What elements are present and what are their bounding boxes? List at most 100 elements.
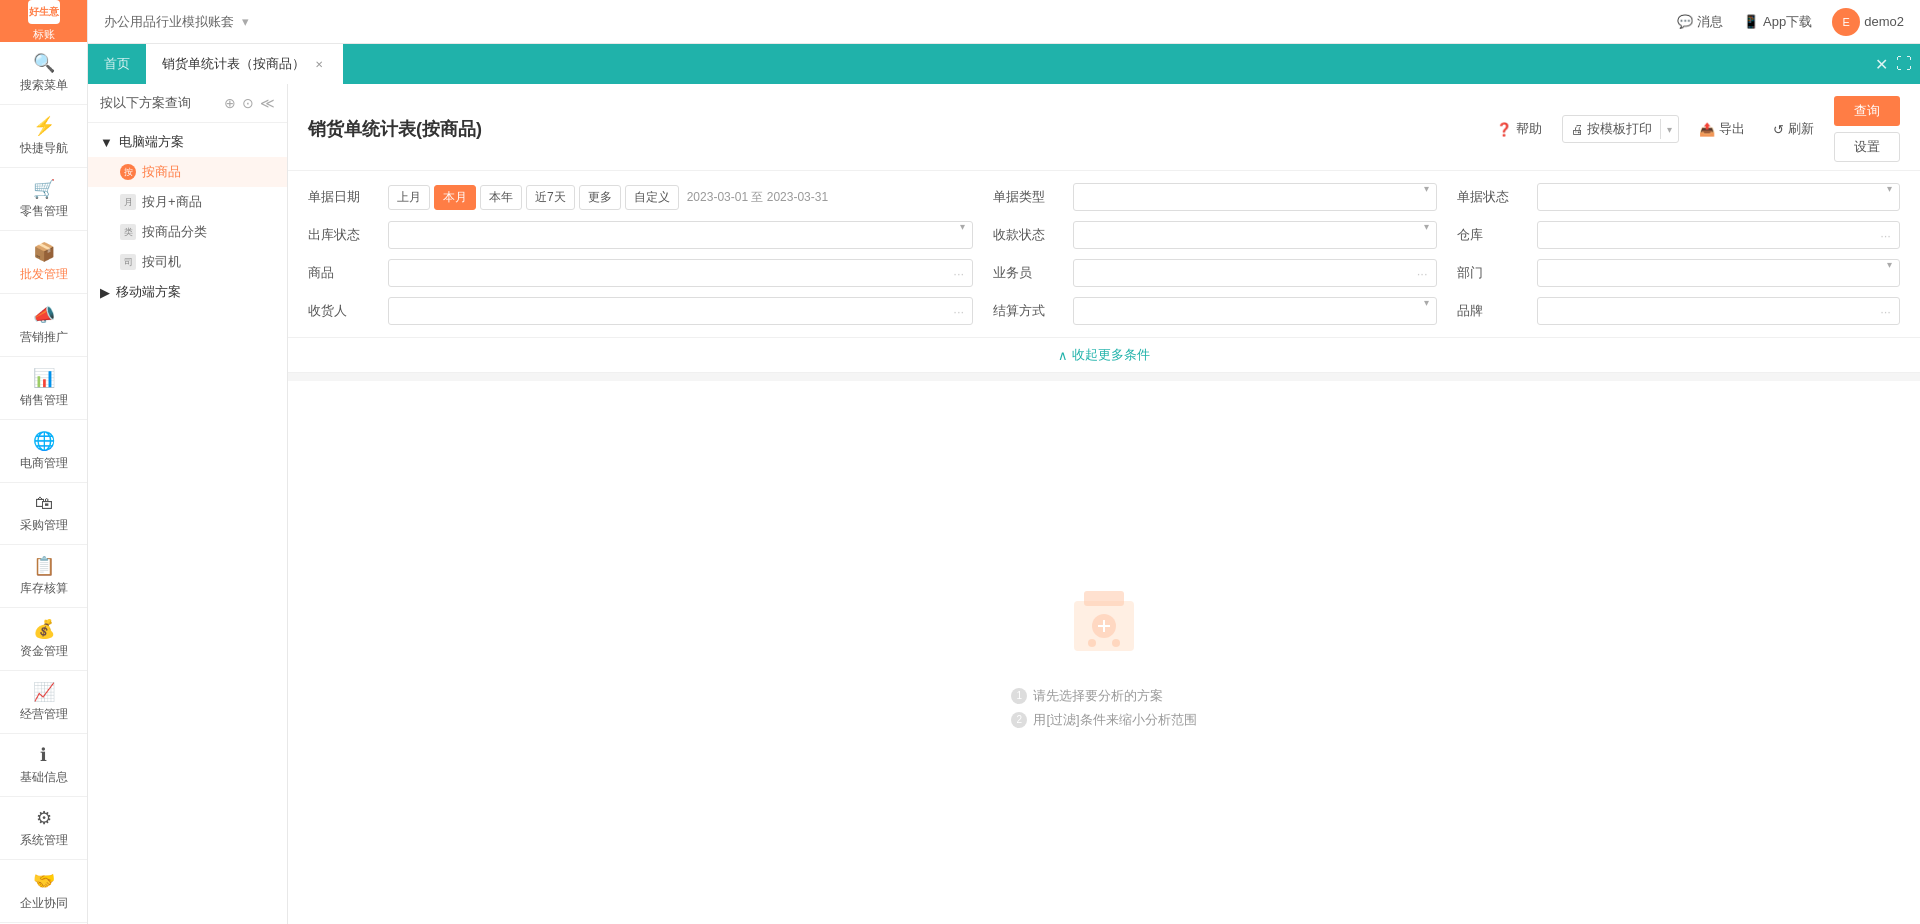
date-btn-custom[interactable]: 自定义 <box>625 185 679 210</box>
left-panel-header: 按以下方案查询 ⊕ ⊙ ≪ <box>88 84 287 123</box>
staff-input[interactable]: ··· <box>1073 259 1436 287</box>
tab-sales-stats[interactable]: 销货单统计表（按商品） ✕ <box>146 44 343 84</box>
tree-child-by-category[interactable]: 类 按商品分类 <box>88 217 287 247</box>
sidebar-item-ecommerce[interactable]: 🌐 电商管理 <box>0 420 87 483</box>
sidebar-item-finance[interactable]: 💰 资金管理 <box>0 608 87 671</box>
sidebar-item-retail[interactable]: 🛒 零售管理 <box>0 168 87 231</box>
operations-label: 经营管理 <box>20 706 68 723</box>
brand-input[interactable]: ··· <box>1537 297 1900 325</box>
basic-icon: ℹ <box>40 744 47 766</box>
app-download-btn[interactable]: 📱 App下载 <box>1743 13 1812 31</box>
page-actions: ❓ 帮助 🖨 按模板打印 ▾ 📤 导出 <box>1488 96 1900 162</box>
user-area[interactable]: E demo2 <box>1832 8 1904 36</box>
scheme-icon-product: 按 <box>120 164 136 180</box>
print-dropdown-btn[interactable]: ▾ <box>1661 120 1678 139</box>
avatar-initial: E <box>1843 16 1850 28</box>
help-btn[interactable]: ❓ 帮助 <box>1488 116 1550 142</box>
out-control: 已出库 ▾ <box>388 221 973 249</box>
add-scheme-icon[interactable]: ⊕ <box>224 95 236 111</box>
svg-point-5 <box>1088 639 1096 647</box>
inventory-icon: 📋 <box>33 555 55 577</box>
payment-input[interactable] <box>1073 297 1436 325</box>
sidebar-item-sales[interactable]: 📊 销售管理 <box>0 357 87 420</box>
collapse-bar[interactable]: ∧ 收起更多条件 <box>288 338 1920 373</box>
date-btn-last-month[interactable]: 上月 <box>388 185 430 210</box>
search-icon: 🔍 <box>33 52 55 74</box>
warehouse-input[interactable]: ··· <box>1537 221 1900 249</box>
filter-row-2: 出库状态 已出库 ▾ 收款状态 ▾ <box>308 221 1900 249</box>
refresh-btn[interactable]: ↺ 刷新 <box>1765 116 1822 142</box>
quick-nav-label: 快捷导航 <box>20 140 68 157</box>
sidebar-item-system[interactable]: ⚙ 系统管理 <box>0 797 87 860</box>
date-btn-this-month[interactable]: 本月 <box>434 185 476 210</box>
date-btn-this-year[interactable]: 本年 <box>480 185 522 210</box>
tab-expand-icon[interactable]: ⛶ <box>1896 55 1912 73</box>
staff-control: ··· <box>1073 259 1436 287</box>
svg-point-6 <box>1112 639 1120 647</box>
tab-close-all-icon[interactable]: ✕ <box>1875 55 1888 74</box>
recv-input[interactable] <box>1073 221 1436 249</box>
dept-input[interactable] <box>1537 259 1900 287</box>
print-btn[interactable]: 🖨 按模板打印 <box>1563 116 1660 142</box>
tab-home-label: 首页 <box>104 55 130 73</box>
receiver-input[interactable]: ··· <box>388 297 973 325</box>
sidebar-item-marketing[interactable]: 📣 营销推广 <box>0 294 87 357</box>
content-area: 按以下方案查询 ⊕ ⊙ ≪ ▼ 电脑端方案 按 按商品 月 按月 <box>88 84 1920 924</box>
tree-child-by-product[interactable]: 按 按商品 <box>88 157 287 187</box>
sidebar-item-purchase[interactable]: 🛍 采购管理 <box>0 483 87 545</box>
export-btn[interactable]: 📤 导出 <box>1691 116 1753 142</box>
tree-child-by-month-product[interactable]: 月 按月+商品 <box>88 187 287 217</box>
basic-label: 基础信息 <box>20 769 68 786</box>
out-label: 出库状态 <box>308 226 388 244</box>
sidebar-quick-nav[interactable]: ⚡ 快捷导航 <box>0 105 87 168</box>
query-button[interactable]: 查询 <box>1834 96 1900 126</box>
collab-label: 企业协同 <box>20 895 68 912</box>
tab-home[interactable]: 首页 <box>88 44 146 84</box>
scheme-icon-month: 月 <box>120 194 136 210</box>
logo-text: 标账 <box>33 27 55 42</box>
msg-btn[interactable]: 💬 消息 <box>1677 13 1723 31</box>
recv-control: ▾ <box>1073 221 1436 249</box>
goods-input[interactable]: ··· <box>388 259 973 287</box>
tree-parent-mobile[interactable]: ▶ 移动端方案 <box>88 277 287 307</box>
refresh-label: 刷新 <box>1788 120 1814 138</box>
left-panel-icons: ⊕ ⊙ ≪ <box>224 95 275 111</box>
date-btn-more[interactable]: 更多 <box>579 185 621 210</box>
tree-parent-desktop[interactable]: ▼ 电脑端方案 <box>88 127 287 157</box>
settings-scheme-icon[interactable]: ⊙ <box>242 95 254 111</box>
tree-child-label-product: 按商品 <box>142 163 181 181</box>
empty-illustration <box>1054 571 1154 671</box>
tree-child-by-driver[interactable]: 司 按司机 <box>88 247 287 277</box>
sidebar-search[interactable]: 🔍 搜索菜单 <box>0 42 87 105</box>
sidebar-item-operations[interactable]: 📈 经营管理 <box>0 671 87 734</box>
tab-close-btn[interactable]: ✕ <box>311 56 327 72</box>
date-btn-7days[interactable]: 近7天 <box>526 185 575 210</box>
topbar: 办公用品行业模拟账套 ▾ 💬 消息 📱 App下载 E demo2 <box>88 0 1920 44</box>
export-icon: 📤 <box>1699 122 1715 137</box>
sidebar-item-inventory[interactable]: 📋 库存核算 <box>0 545 87 608</box>
tab-sales-stats-label: 销货单统计表（按商品） <box>162 55 305 73</box>
help-label: 帮助 <box>1516 120 1542 138</box>
goods-control: ··· <box>388 259 973 287</box>
tree-expand-mobile-icon: ▶ <box>100 285 110 300</box>
msg-icon: 💬 <box>1677 14 1693 29</box>
filter-col-receiver: 收货人 ··· <box>308 297 993 325</box>
settings-button[interactable]: 设置 <box>1834 132 1900 162</box>
sidebar-item-wholesale[interactable]: 📦 批发管理 <box>0 231 87 294</box>
filter-cols-4: 收货人 ··· 结算方式 ▾ <box>308 297 1900 325</box>
sidebar: 好生意 标账 🔍 搜索菜单 ⚡ 快捷导航 🛒 零售管理 📦 批发管理 📣 营销推… <box>0 0 88 924</box>
sidebar-item-collab[interactable]: 🤝 企业协同 <box>0 860 87 923</box>
export-label: 导出 <box>1719 120 1745 138</box>
sidebar-item-basic[interactable]: ℹ 基础信息 <box>0 734 87 797</box>
left-panel-title: 按以下方案查询 <box>100 94 191 112</box>
search-label: 搜索菜单 <box>20 77 68 94</box>
out-input[interactable]: 已出库 <box>388 221 973 249</box>
wholesale-label: 批发管理 <box>20 266 68 283</box>
purchase-label: 采购管理 <box>20 517 68 534</box>
nav-icon: ⚡ <box>33 115 55 137</box>
type-input[interactable]: 销货单 <box>1073 183 1436 211</box>
filter-col-payment: 结算方式 ▾ <box>993 297 1456 325</box>
collapse-panel-icon[interactable]: ≪ <box>260 95 275 111</box>
payment-control: ▾ <box>1073 297 1436 325</box>
status-input[interactable]: 已生效 <box>1537 183 1900 211</box>
